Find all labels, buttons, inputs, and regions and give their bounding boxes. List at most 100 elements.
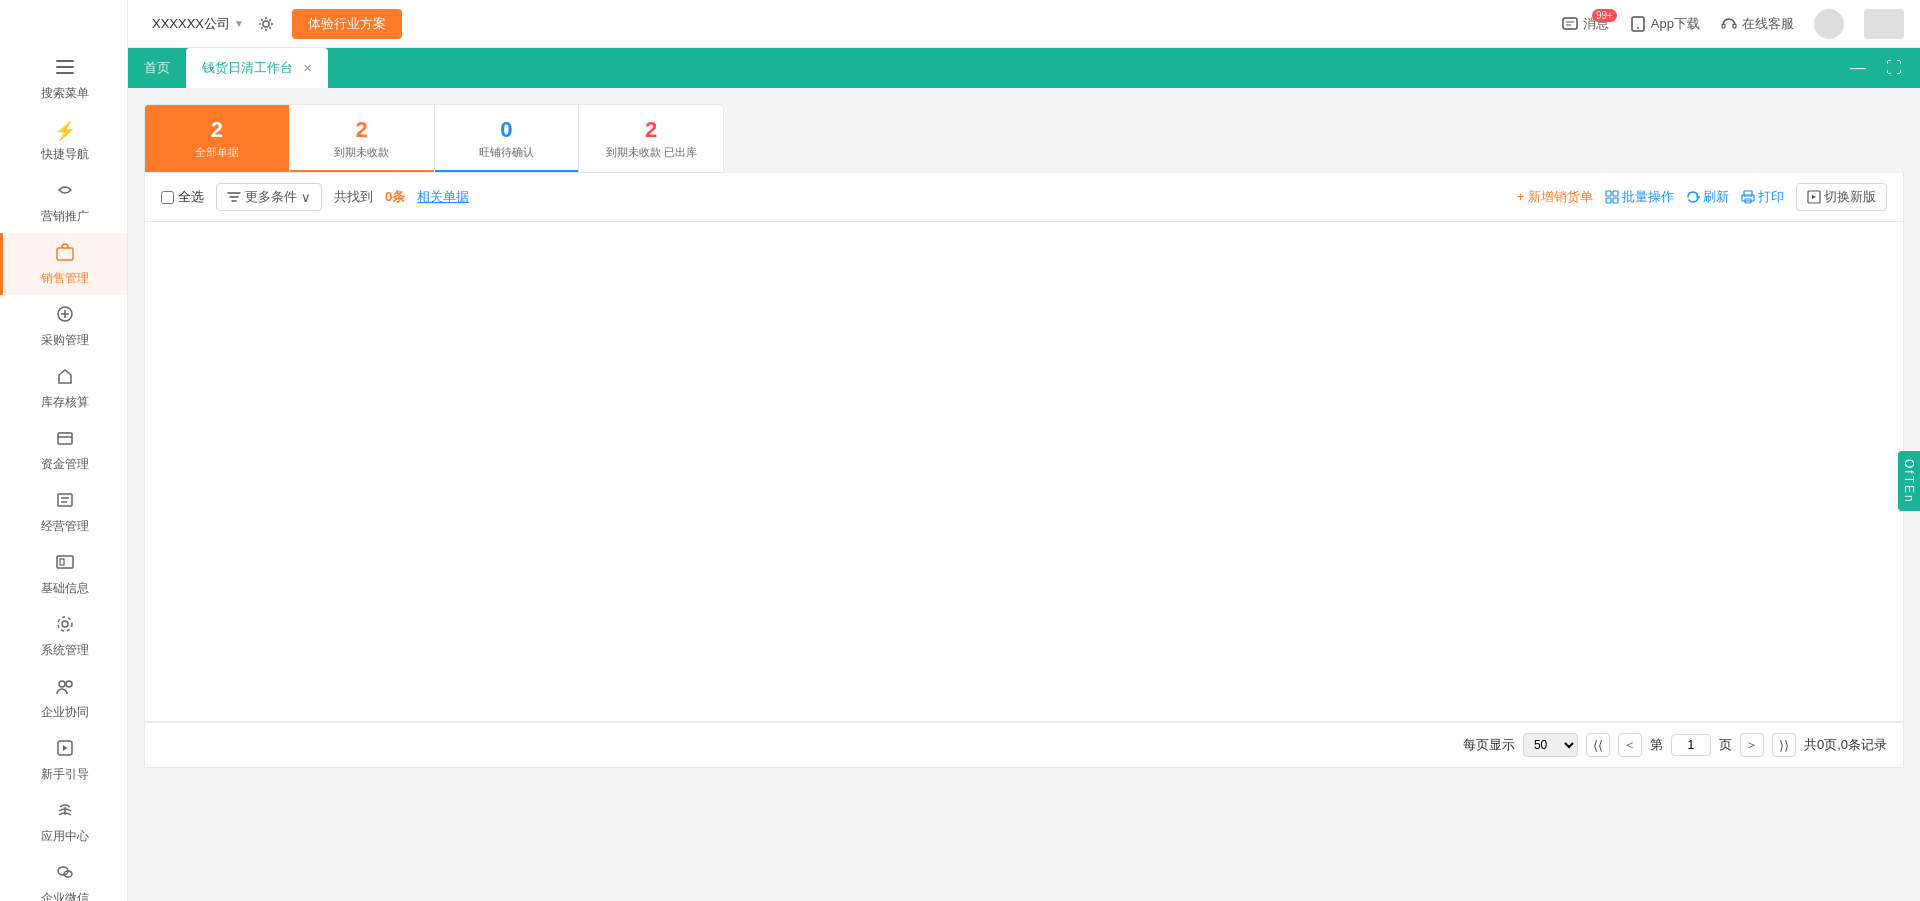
search-menu-icon <box>56 58 74 81</box>
sidebar-item-label: 销售管理 <box>41 270 89 287</box>
app-download-label: App下载 <box>1651 15 1700 33</box>
sidebar-item-sales[interactable]: 销售管理 <box>0 233 127 295</box>
svg-rect-24 <box>1606 198 1611 203</box>
online-service-button[interactable]: 在线客服 <box>1720 15 1794 33</box>
guide-icon <box>56 739 74 762</box>
svg-point-16 <box>263 21 269 27</box>
switch-version-button[interactable]: 切换新版 <box>1796 183 1887 211</box>
svg-point-19 <box>1637 27 1639 29</box>
select-all-input[interactable] <box>161 191 174 204</box>
trial-button[interactable]: 体验行业方案 <box>292 9 402 39</box>
svg-rect-6 <box>58 494 72 506</box>
page-label: 第 <box>1650 736 1663 754</box>
refresh-btn-label: 刷新 <box>1703 188 1729 206</box>
stat-pending-label: 旺铺待确认 <box>451 145 563 160</box>
tab-daily-work[interactable]: 钱货日清工作台 ✕ <box>186 48 328 88</box>
avatar[interactable] <box>1814 9 1844 39</box>
switch-btn-label: 切换新版 <box>1824 188 1876 206</box>
sidebar-item-label: 新手引导 <box>41 766 89 783</box>
sidebar-item-system[interactable]: 系统管理 <box>0 605 127 667</box>
svg-rect-5 <box>58 433 72 444</box>
sidebar-item-guide[interactable]: 新手引导 <box>0 729 127 791</box>
add-sales-order-button[interactable]: + 新增销货单 <box>1517 188 1593 206</box>
purchase-icon <box>56 305 74 328</box>
refresh-button[interactable]: 刷新 <box>1686 188 1729 206</box>
svg-rect-0 <box>56 60 74 62</box>
sidebar-item-label: 资金管理 <box>41 456 89 473</box>
filter-button[interactable]: 更多条件 ∨ <box>216 183 322 211</box>
toolbar-left: 全选 更多条件 ∨ 共找到 0条 相关单据 <box>161 183 1505 211</box>
sidebar: 搜索菜单 ⚡ 快捷导航 营销推广 销售管理 采购管理 库存核算 资金管理 <box>0 0 128 901</box>
sidebar-item-quick-nav[interactable]: ⚡ 快捷导航 <box>0 110 127 171</box>
base-info-icon <box>56 553 74 576</box>
sidebar-item-label: 采购管理 <box>41 332 89 349</box>
stat-overdue-label: 到期未收款 <box>306 145 418 160</box>
sidebar-item-finance[interactable]: 资金管理 <box>0 419 127 481</box>
next-page-button[interactable]: ＞ <box>1740 733 1764 757</box>
app-download-button[interactable]: App下载 <box>1629 15 1700 33</box>
tab-home-label: 首页 <box>144 59 170 77</box>
sidebar-item-inventory[interactable]: 库存核算 <box>0 357 127 419</box>
sidebar-item-marketing[interactable]: 营销推广 <box>0 171 127 233</box>
svg-rect-1 <box>56 66 74 68</box>
toolbar-right: + 新增销货单 批量操作 刷新 打印 切换新版 <box>1517 183 1887 211</box>
quick-nav-icon: ⚡ <box>54 120 76 142</box>
svg-point-10 <box>58 617 72 631</box>
svg-rect-23 <box>1613 191 1618 196</box>
tab-maximize-button[interactable]: ⛶ <box>1880 54 1908 82</box>
select-all-label: 全选 <box>178 188 204 206</box>
last-page-button[interactable]: ⟩⟩ <box>1772 733 1796 757</box>
stat-overdue-number: 2 <box>306 117 418 143</box>
pagination-bar: 每页显示 50 100 200 ⟨⟨ ＜ 第 页 ＞ ⟩⟩ 共0页,0条记录 <box>144 722 1904 768</box>
select-all-checkbox[interactable]: 全选 <box>161 188 204 206</box>
sidebar-item-label: 基础信息 <box>41 580 89 597</box>
sidebar-item-label: 应用中心 <box>41 828 89 845</box>
related-link[interactable]: 相关单据 <box>417 188 469 206</box>
message-badge: 99+ <box>1592 9 1617 22</box>
stat-tab-pending[interactable]: 0 旺铺待确认 <box>435 105 580 172</box>
sidebar-item-search-menu[interactable]: 搜索菜单 <box>0 48 127 110</box>
company-name: XXXXXX公司 <box>152 15 230 33</box>
batch-operation-button[interactable]: 批量操作 <box>1605 188 1674 206</box>
sidebar-item-label: 企业协同 <box>41 704 89 721</box>
inventory-icon <box>56 367 74 390</box>
header-right: 消息 99+ App下载 在线客服 <box>1561 9 1904 39</box>
online-service-label: 在线客服 <box>1742 15 1794 33</box>
stat-shipped-number: 2 <box>595 117 707 143</box>
svg-point-12 <box>66 681 72 687</box>
print-button[interactable]: 打印 <box>1741 188 1784 206</box>
tab-close-icon[interactable]: ✕ <box>303 62 312 75</box>
prev-page-button[interactable]: ＜ <box>1618 733 1642 757</box>
total-text: 共0页,0条记录 <box>1804 736 1887 754</box>
settings-button[interactable] <box>252 10 280 38</box>
often-badge[interactable]: OfTEn <box>1898 451 1920 512</box>
stat-tab-overdue[interactable]: 2 到期未收款 <box>290 105 435 172</box>
first-page-button[interactable]: ⟨⟨ <box>1586 733 1610 757</box>
per-page-select[interactable]: 50 100 200 <box>1523 733 1578 757</box>
chevron-down-icon: ▼ <box>234 18 244 29</box>
company-selector[interactable]: XXXXXX公司 ▼ <box>152 15 244 33</box>
nav-tabs-bar: 首页 钱货日清工作台 ✕ — ⛶ <box>128 48 1920 88</box>
found-prefix: 共找到 <box>334 188 373 206</box>
svg-rect-20 <box>1722 24 1725 28</box>
sidebar-item-label: 企业微信 <box>41 890 89 901</box>
sidebar-item-purchase[interactable]: 采购管理 <box>0 295 127 357</box>
page-input[interactable] <box>1671 734 1711 756</box>
wechat-icon <box>56 863 74 886</box>
sidebar-item-wechat[interactable]: 企业微信 <box>0 853 127 901</box>
sidebar-item-label: 搜索菜单 <box>41 85 89 102</box>
main-content: 2 全部单据 2 到期未收款 0 旺铺待确认 2 到期未收款 已出库 全选 更 <box>128 88 1920 901</box>
sidebar-item-enterprise[interactable]: 企业协同 <box>0 667 127 729</box>
sales-icon <box>56 243 74 266</box>
sidebar-item-label: 快捷导航 <box>41 146 89 163</box>
stat-tab-all[interactable]: 2 全部单据 <box>145 105 290 172</box>
message-button[interactable]: 消息 99+ <box>1561 15 1609 33</box>
sidebar-item-base-info[interactable]: 基础信息 <box>0 543 127 605</box>
enterprise-icon <box>56 677 74 700</box>
tab-home[interactable]: 首页 <box>128 48 186 88</box>
sidebar-item-operations[interactable]: 经营管理 <box>0 481 127 543</box>
tab-minimize-button[interactable]: — <box>1844 54 1872 82</box>
svg-rect-8 <box>60 559 64 565</box>
stat-tab-shipped[interactable]: 2 到期未收款 已出库 <box>579 105 723 172</box>
sidebar-item-app-center[interactable]: 应用中心 <box>0 791 127 853</box>
